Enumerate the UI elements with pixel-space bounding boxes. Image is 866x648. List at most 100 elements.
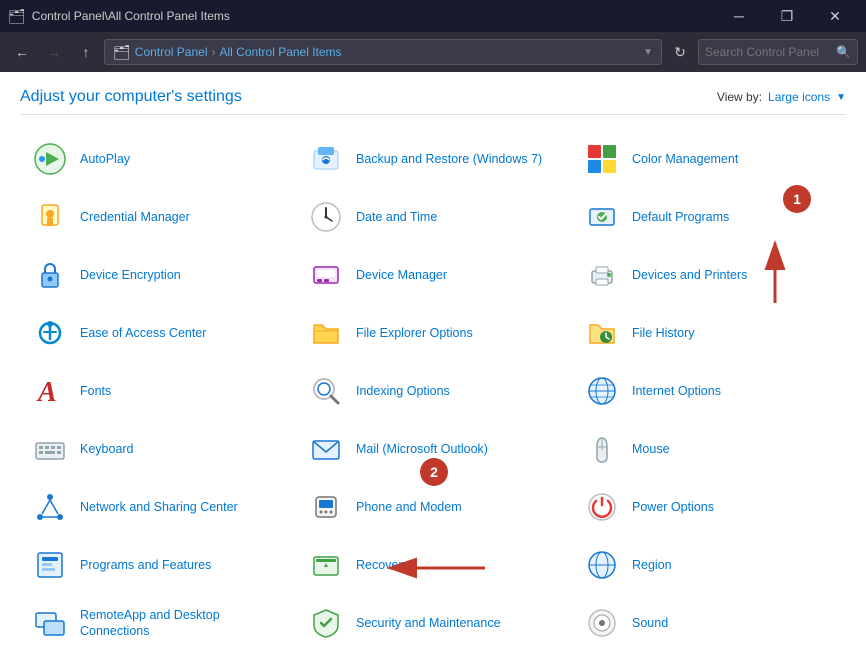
- devices-printers-icon: [582, 255, 622, 295]
- backup-restore-icon: [306, 139, 346, 179]
- security-maintenance-icon: [306, 603, 346, 643]
- restore-button[interactable]: ❐: [764, 0, 810, 32]
- item-device-encryption[interactable]: Device Encryption: [20, 247, 294, 303]
- keyboard-icon: [30, 429, 70, 469]
- credential-manager-label: Credential Manager: [80, 209, 190, 225]
- fonts-label: Fonts: [80, 383, 111, 399]
- ease-of-access-label: Ease of Access Center: [80, 325, 206, 341]
- internet-options-label: Internet Options: [632, 383, 721, 399]
- autoplay-icon: [30, 139, 70, 179]
- ease-of-access-icon: [30, 313, 70, 353]
- programs-features-icon: [30, 545, 70, 585]
- path-dropdown-arrow[interactable]: ▼: [643, 47, 653, 58]
- keyboard-label: Keyboard: [80, 441, 134, 457]
- view-by-value[interactable]: Large icons: [768, 90, 830, 104]
- address-bar: ← → ↑ 🗂 Control Panel › All Control Pane…: [0, 32, 866, 72]
- svg-text:A: A: [36, 377, 57, 407]
- search-input[interactable]: [705, 45, 832, 59]
- forward-button[interactable]: →: [40, 38, 68, 66]
- view-by-dropdown-arrow[interactable]: ▼: [836, 92, 846, 103]
- item-programs-features[interactable]: Programs and Features: [20, 537, 294, 593]
- region-icon: [582, 545, 622, 585]
- close-button[interactable]: ✕: [812, 0, 858, 32]
- item-mouse[interactable]: Mouse: [572, 421, 846, 477]
- region-label: Region: [632, 557, 672, 573]
- item-ease-of-access[interactable]: Ease of Access Center: [20, 305, 294, 361]
- phone-modem-label: Phone and Modem: [356, 499, 462, 515]
- network-sharing-icon: [30, 487, 70, 527]
- remoteapp-icon: [30, 603, 70, 643]
- minimize-button[interactable]: ─: [716, 0, 762, 32]
- item-recovery[interactable]: Recovery: [296, 537, 570, 593]
- item-remoteapp[interactable]: RemoteApp and Desktop Connections: [20, 595, 294, 646]
- item-sound[interactable]: Sound: [572, 595, 846, 646]
- item-keyboard[interactable]: Keyboard: [20, 421, 294, 477]
- items-grid: AutoPlay Backup and Restore (Windows 7) …: [20, 131, 846, 646]
- path-all-items[interactable]: All Control Panel Items: [220, 45, 342, 59]
- path-separator-1: ›: [212, 45, 216, 59]
- title-bar-controls: ─ ❐ ✕: [716, 0, 858, 32]
- mouse-icon: [582, 429, 622, 469]
- view-by-label: View by:: [717, 90, 762, 104]
- item-autoplay[interactable]: AutoPlay: [20, 131, 294, 187]
- mouse-label: Mouse: [632, 441, 670, 457]
- search-icon: 🔍: [836, 45, 851, 59]
- item-phone-modem[interactable]: Phone and Modem: [296, 479, 570, 535]
- path-control-panel[interactable]: Control Panel: [135, 45, 208, 59]
- date-time-icon: [306, 197, 346, 237]
- title-bar: 🗂 Control Panel\All Control Panel Items …: [0, 0, 866, 32]
- indexing-label: Indexing Options: [356, 383, 450, 399]
- address-path[interactable]: 🗂 Control Panel › All Control Panel Item…: [104, 39, 662, 65]
- mail-label: Mail (Microsoft Outlook): [356, 441, 488, 457]
- file-explorer-icon: [306, 313, 346, 353]
- indexing-icon: [306, 371, 346, 411]
- annotation-badge-2: 2: [420, 458, 448, 486]
- item-internet-options[interactable]: Internet Options: [572, 363, 846, 419]
- sound-icon: [582, 603, 622, 643]
- sound-label: Sound: [632, 615, 668, 631]
- item-device-manager[interactable]: Device Manager: [296, 247, 570, 303]
- autoplay-label: AutoPlay: [80, 151, 130, 167]
- item-fonts[interactable]: A Fonts: [20, 363, 294, 419]
- annotation-badge-1: 1: [783, 185, 811, 213]
- item-devices-printers[interactable]: Devices and Printers: [572, 247, 846, 303]
- up-button[interactable]: ↑: [72, 38, 100, 66]
- programs-features-label: Programs and Features: [80, 557, 211, 573]
- device-manager-icon: [306, 255, 346, 295]
- item-security-maintenance[interactable]: Security and Maintenance: [296, 595, 570, 646]
- content-header: Adjust your computer's settings View by:…: [20, 88, 846, 115]
- item-backup-restore[interactable]: Backup and Restore (Windows 7): [296, 131, 570, 187]
- security-maintenance-label: Security and Maintenance: [356, 615, 501, 631]
- default-programs-icon: [582, 197, 622, 237]
- recovery-icon: [306, 545, 346, 585]
- file-history-label: File History: [632, 325, 695, 341]
- device-manager-label: Device Manager: [356, 267, 447, 283]
- item-region[interactable]: Region: [572, 537, 846, 593]
- search-box[interactable]: 🔍: [698, 39, 858, 65]
- back-button[interactable]: ←: [8, 38, 36, 66]
- remoteapp-label: RemoteApp and Desktop Connections: [80, 607, 284, 640]
- item-power-options[interactable]: Power Options: [572, 479, 846, 535]
- credential-manager-icon: [30, 197, 70, 237]
- item-credential-manager[interactable]: Credential Manager: [20, 189, 294, 245]
- view-by-control: View by: Large icons ▼: [717, 90, 846, 104]
- phone-modem-icon: [306, 487, 346, 527]
- item-network-sharing[interactable]: Network and Sharing Center: [20, 479, 294, 535]
- mail-icon: [306, 429, 346, 469]
- power-options-icon: [582, 487, 622, 527]
- item-date-time[interactable]: Date and Time: [296, 189, 570, 245]
- item-file-history[interactable]: File History: [572, 305, 846, 361]
- item-file-explorer[interactable]: File Explorer Options: [296, 305, 570, 361]
- fonts-icon: A: [30, 371, 70, 411]
- item-color-management[interactable]: Color Management: [572, 131, 846, 187]
- recovery-label: Recovery: [356, 557, 409, 573]
- file-history-icon: [582, 313, 622, 353]
- item-indexing[interactable]: Indexing Options: [296, 363, 570, 419]
- backup-restore-label: Backup and Restore (Windows 7): [356, 151, 542, 167]
- file-explorer-label: File Explorer Options: [356, 325, 473, 341]
- network-sharing-label: Network and Sharing Center: [80, 499, 238, 515]
- main-content: Adjust your computer's settings View by:…: [0, 72, 866, 646]
- internet-options-icon: [582, 371, 622, 411]
- refresh-button[interactable]: ↻: [666, 38, 694, 66]
- page-title: Adjust your computer's settings: [20, 88, 242, 106]
